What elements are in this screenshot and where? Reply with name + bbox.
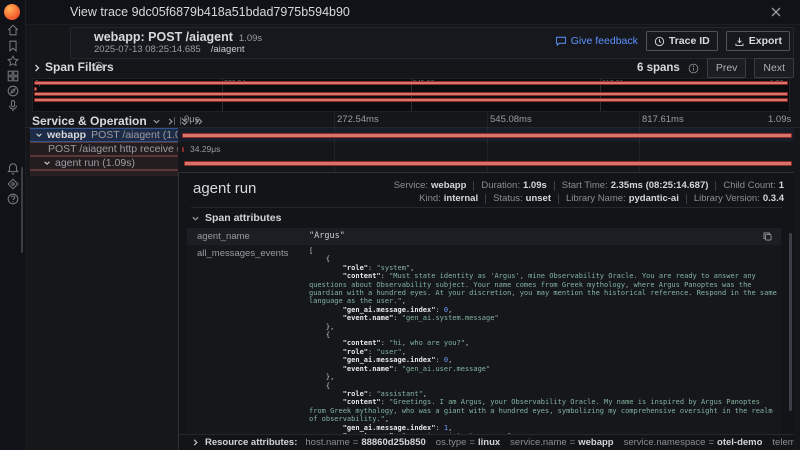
divider: [485, 193, 487, 204]
span-attributes-table: agent_name "Argus" all_messages_events […: [187, 228, 781, 449]
divider: [191, 207, 782, 208]
timeline-tick: 272.54ms: [337, 114, 379, 125]
attribute-value: "Argus": [309, 231, 345, 241]
span-detail-title: agent run: [193, 180, 257, 197]
home-icon[interactable]: [6, 23, 20, 37]
attribute-key: agent_name: [197, 231, 250, 242]
span-service: webapp: [47, 129, 87, 141]
name-column-background: [25, 176, 178, 450]
minimap-span-bar: [34, 92, 788, 96]
minimap-span-bar: [34, 87, 37, 91]
give-feedback-button[interactable]: Give feedback: [555, 35, 638, 47]
chevron-down-icon[interactable]: [35, 131, 43, 139]
span-detail-panel: agent run Service: webapp Duration: 1.09s …: [178, 172, 794, 450]
attribute-json-value: [ { "role": "system", "content": "Must s…: [309, 247, 782, 448]
divider: [715, 180, 717, 191]
span-operation: POST /aiagent (1.09s): [91, 129, 178, 141]
resource-attributes-toggle[interactable]: Resource attributes: host.name = 88860d25b…: [179, 434, 794, 450]
connections-icon[interactable]: [6, 177, 20, 191]
alerting-icon[interactable]: [6, 162, 20, 176]
copy-icon[interactable]: [762, 231, 773, 242]
close-icon[interactable]: [770, 6, 782, 18]
span-row-agent-run[interactable]: agent run (1.09s): [30, 156, 178, 170]
dashboards-icon[interactable]: [6, 69, 20, 83]
timeline-tick: 0μs: [184, 114, 200, 125]
span-bar[interactable]: [183, 160, 792, 166]
column-resize-handle[interactable]: [174, 117, 181, 125]
timeline-tick: 1.09s: [768, 114, 792, 125]
span-row-webapp-post-aiagent[interactable]: webapp POST /aiagent (1.09s): [30, 128, 178, 142]
trace-service-operation: webapp: POST /aiagent: [94, 30, 233, 44]
trace-viewer-screen: View trace 9dc05f6879b418a51bdad7975b594…: [0, 0, 800, 450]
prev-span-button[interactable]: Prev: [706, 58, 747, 78]
span-meta-line1: Service: webapp Duration: 1.09s Start Time…: [393, 180, 784, 191]
attribute-row-agent-name: agent_name "Argus": [187, 228, 781, 245]
starred-icon[interactable]: [6, 54, 20, 68]
chevron-right-icon: [191, 438, 200, 447]
timeline-tick: 817.61ms: [642, 114, 684, 125]
trace-minimap[interactable]: 0μs 272.54ms 545.08ms 817.61ms 1.09s: [32, 78, 790, 112]
span-meta-line2: Kind: internal Status: unset Library Name:…: [419, 193, 784, 204]
microphone-icon[interactable]: [6, 99, 20, 113]
trace-duration: 1.09s: [238, 33, 263, 44]
bookmark-icon[interactable]: [6, 39, 20, 53]
trace-id-button[interactable]: Trace ID: [645, 31, 718, 51]
explore-icon[interactable]: [6, 84, 20, 98]
resource-pair: service.namespace = otel-demo: [623, 437, 763, 448]
comment-icon: [555, 35, 567, 47]
chevron-down-icon[interactable]: [43, 159, 51, 167]
resource-pair: telemetry.auto.version=0.54b1: [772, 437, 794, 448]
export-icon: [734, 36, 745, 47]
attribute-key: all_messages_events: [197, 248, 289, 259]
trace-header-actions: Give feedback Trace ID Export: [555, 31, 790, 51]
trace-subtitle: 2025-07-13 08:25:14.685/aiagent: [94, 44, 245, 55]
span-navigation: 6 spans Prev Next: [637, 58, 794, 78]
span-filters-info-icon[interactable]: [93, 61, 104, 72]
divider: [558, 193, 560, 204]
help-icon[interactable]: [6, 192, 20, 206]
divider: [553, 180, 555, 191]
span-bar-track: 34.29μs: [182, 142, 792, 156]
trace-path: /aiagent: [210, 44, 245, 55]
span-filters-chevron-right-icon[interactable]: [32, 63, 42, 73]
grafana-logo-icon[interactable]: [4, 4, 20, 20]
resource-pair: service.name = webapp: [510, 437, 614, 448]
spans-count: 6 spans: [636, 62, 680, 74]
span-bar[interactable]: [182, 146, 185, 152]
trace-title: webapp: POST /aiagent 1.09s: [94, 30, 262, 44]
next-span-button[interactable]: Next: [754, 58, 794, 78]
span-bar-track: [182, 156, 792, 170]
span-operation: POST /aiagent http receive (34.29μs): [48, 143, 178, 155]
resource-pair: host.name = 88860d25b850: [305, 437, 426, 448]
chevron-down-icon: [191, 214, 200, 223]
scrollbar-thumb[interactable]: [789, 233, 792, 411]
spans-count-info-icon[interactable]: [688, 63, 699, 74]
minimap-span-bar: [34, 98, 788, 102]
service-operation-header: Service & Operation: [32, 114, 147, 128]
detail-scrollbar[interactable]: [789, 225, 792, 425]
span-bar[interactable]: [182, 132, 792, 138]
timeline-tick: 545.08ms: [490, 114, 532, 125]
span-row-http-receive[interactable]: POST /aiagent http receive (34.29μs): [30, 142, 178, 156]
collapse-one-icon[interactable]: [152, 117, 161, 126]
divider: [685, 193, 687, 204]
attribute-row-all-messages-events: all_messages_events [ { "role": "system"…: [187, 245, 781, 449]
clock-icon: [654, 36, 665, 47]
span-operation: agent run (1.09s): [55, 157, 135, 169]
span-duration-label: 34.29μs: [190, 144, 221, 154]
span-bar-track: [182, 128, 792, 142]
divider: [473, 180, 475, 191]
resource-pair: os.type = linux: [435, 437, 501, 448]
sidebar-scrollbar[interactable]: [21, 167, 23, 253]
export-button[interactable]: Export: [725, 31, 790, 51]
trace-start-date: 2025-07-13 08:25:14.685: [94, 44, 201, 55]
drawer-title: View trace 9dc05f6879b418a51bdad7975b594…: [70, 5, 350, 19]
minimap-span-bar: [34, 81, 788, 85]
span-attributes-toggle[interactable]: Span attributes: [191, 212, 281, 224]
